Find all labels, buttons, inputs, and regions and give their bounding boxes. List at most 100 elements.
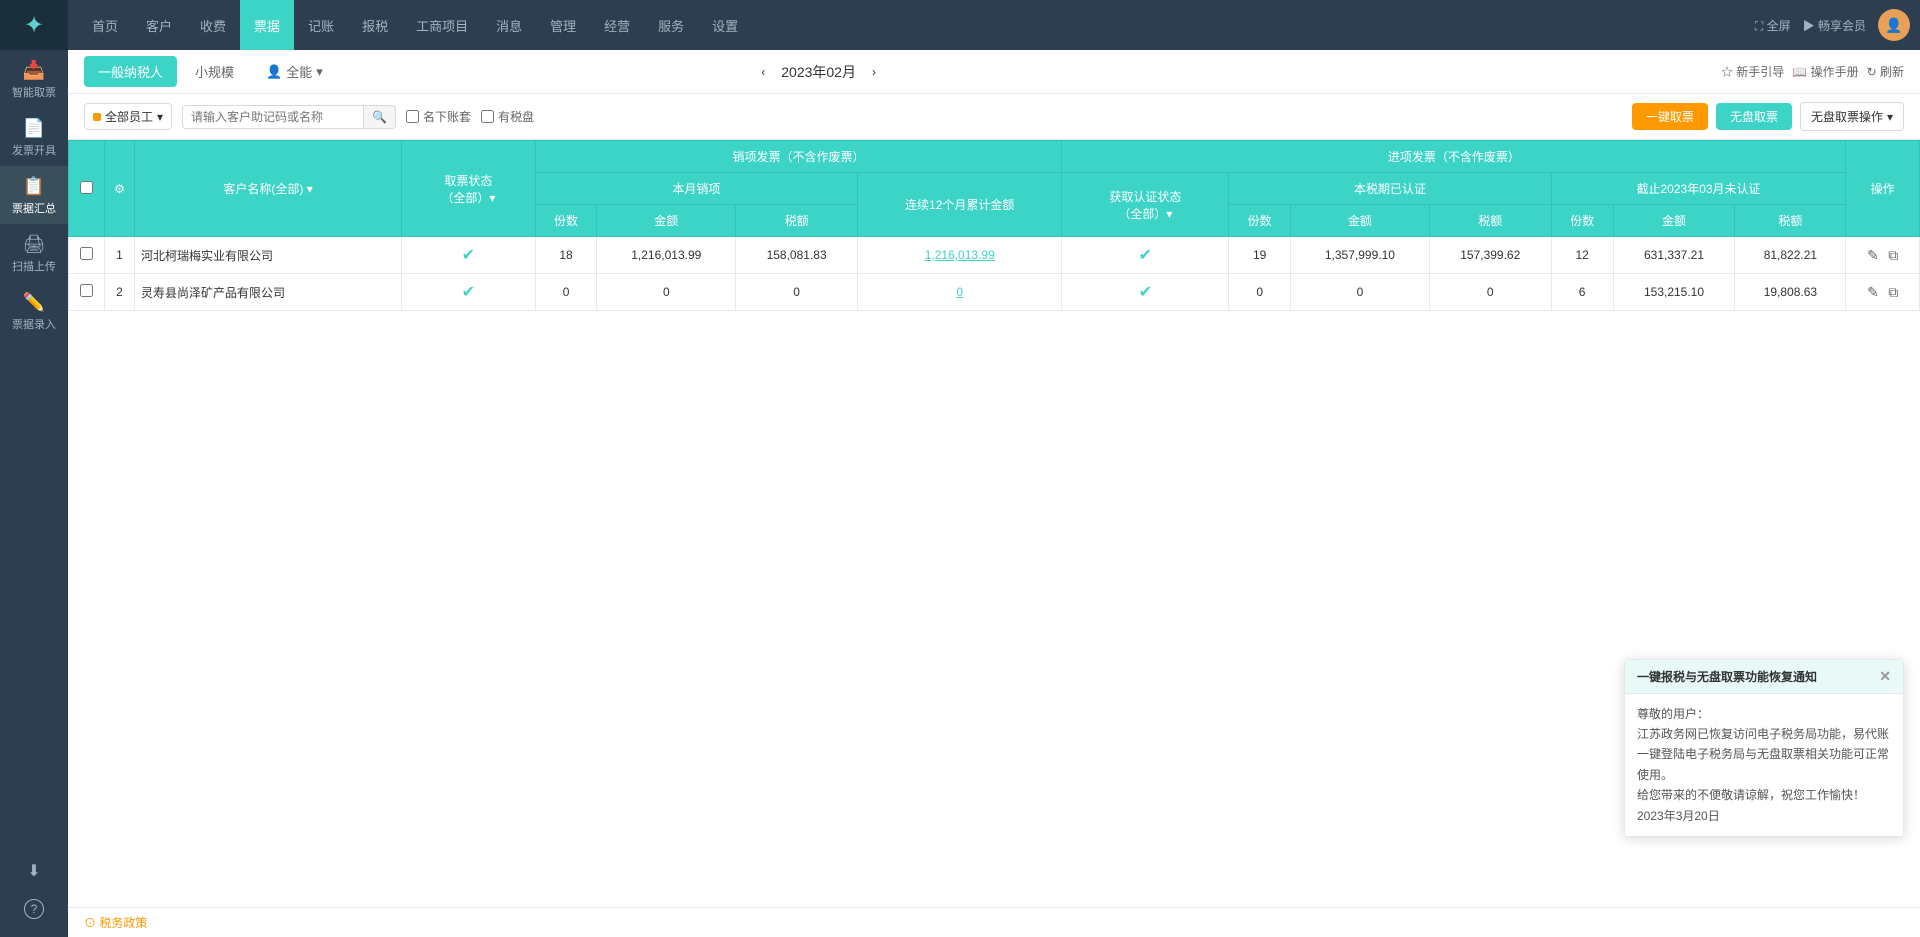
th-purchase-amount-cert: 金额 — [1291, 205, 1430, 237]
search-wrap: 🔍 — [182, 105, 396, 129]
row-checkbox[interactable] — [80, 284, 93, 297]
sidebar-item-invoice-summary[interactable]: 📋 票据汇总 — [0, 166, 68, 224]
sidebar-item-smart-fetch[interactable]: 📥 智能取票 — [0, 50, 68, 108]
employee-select[interactable]: 全部员工 ▾ — [84, 103, 172, 130]
select-all-checkbox[interactable] — [80, 181, 93, 194]
nav-accounting[interactable]: 记账 — [294, 0, 348, 50]
nav-settings[interactable]: 设置 — [698, 0, 752, 50]
notification-title: 一键报税与无盘取票功能恢复通知 — [1637, 668, 1817, 685]
th-sales-count: 份数 — [535, 205, 597, 237]
invoice-summary-icon: 📋 — [23, 176, 45, 197]
row-fetch-status: ✔ — [402, 237, 536, 274]
nav-billing[interactable]: 收费 — [186, 0, 240, 50]
refresh-btn[interactable]: ↻ 刷新 — [1867, 63, 1904, 80]
checkbox-has-tax-disk[interactable]: 有税盘 — [481, 108, 534, 125]
row-no: 2 — [105, 274, 135, 311]
tab-all[interactable]: 👤 全能 ▾ — [252, 56, 337, 87]
sidebar-item-download[interactable]: ⬇ — [0, 851, 68, 889]
cert-status-icon: ✔ — [1139, 284, 1152, 301]
nav-operation[interactable]: 经营 — [590, 0, 644, 50]
nav-invoice[interactable]: 票据 — [240, 0, 294, 50]
period-next-btn[interactable]: › — [872, 65, 876, 79]
notification-line: 2023年3月20日 — [1637, 806, 1891, 826]
notification-line: 江苏政务网已恢复访问电子税务局功能，易代账一键登陆电子税务局与无盘取票相关功能可… — [1637, 724, 1891, 785]
nav-client[interactable]: 客户 — [132, 0, 186, 50]
chevron-down-icon: ▾ — [316, 64, 323, 80]
th-current-period-certified: 本税期已认证 — [1229, 173, 1551, 205]
filter-actions: 一键取票 无盘取票 无盘取票操作 ▾ — [1632, 102, 1904, 131]
row-purchase-tax-cert: 0 — [1429, 274, 1551, 311]
sidebar-item-label: 票据汇总 — [12, 200, 56, 216]
checkbox-my-accounts[interactable]: 名下账套 — [406, 108, 471, 125]
tax-policy-link[interactable]: ⊙ 税务政策 — [84, 916, 147, 930]
avatar[interactable]: 👤 — [1878, 9, 1910, 41]
row-sales-count: 18 — [535, 237, 597, 274]
th-purchase-tax-cert: 税额 — [1429, 205, 1551, 237]
row-no: 1 — [105, 237, 135, 274]
nav-bizproject[interactable]: 工商项目 — [402, 0, 482, 50]
copy-btn[interactable]: ⧉ — [1888, 247, 1898, 263]
row-purchase-tax-uncert: 81,822.21 — [1735, 237, 1846, 274]
cumulative-link[interactable]: 1,216,013.99 — [925, 248, 995, 262]
scan-upload-icon: 🖨 — [23, 234, 46, 255]
row-purchase-amount-uncert: 153,215.10 — [1613, 274, 1735, 311]
nav-home[interactable]: 首页 — [78, 0, 132, 50]
row-purchase-tax-cert: 157,399.62 — [1429, 237, 1551, 274]
search-button[interactable]: 🔍 — [363, 106, 395, 128]
edit-btn[interactable]: ✎ — [1867, 284, 1879, 300]
top-navigation: 首页 客户 收费 票据 记账 报税 工商项目 消息 管理 经营 服务 设置 ⛶ … — [68, 0, 1920, 50]
manual-btn[interactable]: 📖 操作手册 — [1792, 63, 1858, 80]
nav-manage[interactable]: 管理 — [536, 0, 590, 50]
fullscreen-btn[interactable]: ⛶ 全屏 — [1755, 17, 1791, 34]
data-entry-icon: ✏️ — [23, 292, 45, 313]
no-disk-fetch-btn[interactable]: 无盘取票 — [1716, 103, 1792, 130]
tab-label: 一般纳税人 — [98, 62, 163, 81]
sidebar-item-data-entry[interactable]: ✏️ 票据录入 — [0, 282, 68, 340]
table-row: 1 河北柯瑞梅实业有限公司 ✔ 18 1,216,013.99 158,081.… — [69, 237, 1920, 274]
fetch-status-icon: ✔ — [462, 284, 475, 301]
tab-small-scale[interactable]: 小规模 — [181, 56, 248, 87]
notification-close-btn[interactable]: ✕ — [1879, 668, 1891, 685]
sidebar-item-scan-upload[interactable]: 🖨 扫描上传 — [0, 224, 68, 282]
copy-btn[interactable]: ⧉ — [1888, 284, 1898, 300]
sidebar: ✦ 📥 智能取票 📄 发票开具 📋 票据汇总 🖨 扫描上传 ✏️ 票据录入 ⬇ … — [0, 0, 68, 937]
cumulative-link[interactable]: 0 — [956, 285, 963, 299]
no-disk-ops-btn[interactable]: 无盘取票操作 ▾ — [1800, 102, 1904, 131]
one-click-fetch-btn[interactable]: 一键取票 — [1632, 103, 1708, 130]
person-icon: 👤 — [266, 64, 282, 80]
topnav-right: ⛶ 全屏 ▶ 畅享会员 👤 — [1755, 9, 1910, 41]
invoice-table: ⚙ 客户名称(全部) ▾ 取票状态（全部）▾ 销项发票（不含作废票） 进项发票（… — [68, 140, 1920, 311]
avatar-icon: 👤 — [1885, 17, 1902, 34]
period-prev-btn[interactable]: ‹ — [761, 65, 765, 79]
sidebar-logo: ✦ — [0, 0, 68, 50]
row-checkbox[interactable] — [80, 247, 93, 260]
chevron-down-icon: ▾ — [157, 110, 163, 124]
sidebar-item-issue-invoice[interactable]: 📄 发票开具 — [0, 108, 68, 166]
checkbox-has-tax-disk-input[interactable] — [481, 110, 494, 123]
nav-tax[interactable]: 报税 — [348, 0, 402, 50]
sidebar-item-help[interactable]: ? — [0, 889, 68, 927]
cert-status-icon: ✔ — [1139, 247, 1152, 264]
nav-message[interactable]: 消息 — [482, 0, 536, 50]
th-purchase-tax-uncert: 税额 — [1735, 205, 1846, 237]
th-purchase-amount-uncert: 金额 — [1613, 205, 1735, 237]
vip-btn[interactable]: ▶ 畅享会员 — [1803, 17, 1866, 34]
edit-btn[interactable]: ✎ — [1867, 247, 1879, 263]
download-icon: ⬇ — [27, 861, 40, 881]
th-purchase-count-cert: 份数 — [1229, 205, 1291, 237]
th-settings: ⚙ — [105, 141, 135, 237]
nav-service[interactable]: 服务 — [644, 0, 698, 50]
footer-bar[interactable]: ⊙ 税务政策 — [68, 907, 1920, 937]
employee-label: 全部员工 — [105, 108, 153, 125]
tab-label: 小规模 — [195, 62, 234, 81]
row-purchase-count-cert: 19 — [1229, 237, 1291, 274]
row-sales-tax: 0 — [736, 274, 858, 311]
notification-header: 一键报税与无盘取票功能恢复通知 ✕ — [1625, 660, 1903, 694]
checkbox-my-accounts-input[interactable] — [406, 110, 419, 123]
row-checkbox-cell — [69, 274, 105, 311]
tab-general-taxpayer[interactable]: 一般纳税人 — [84, 56, 177, 87]
th-purchase-invoice: 进项发票（不含作废票） — [1062, 141, 1846, 173]
search-input[interactable] — [183, 106, 363, 128]
new-guide-btn[interactable]: ☆ 新手引导 — [1721, 63, 1784, 80]
row-sales-tax: 158,081.83 — [736, 237, 858, 274]
